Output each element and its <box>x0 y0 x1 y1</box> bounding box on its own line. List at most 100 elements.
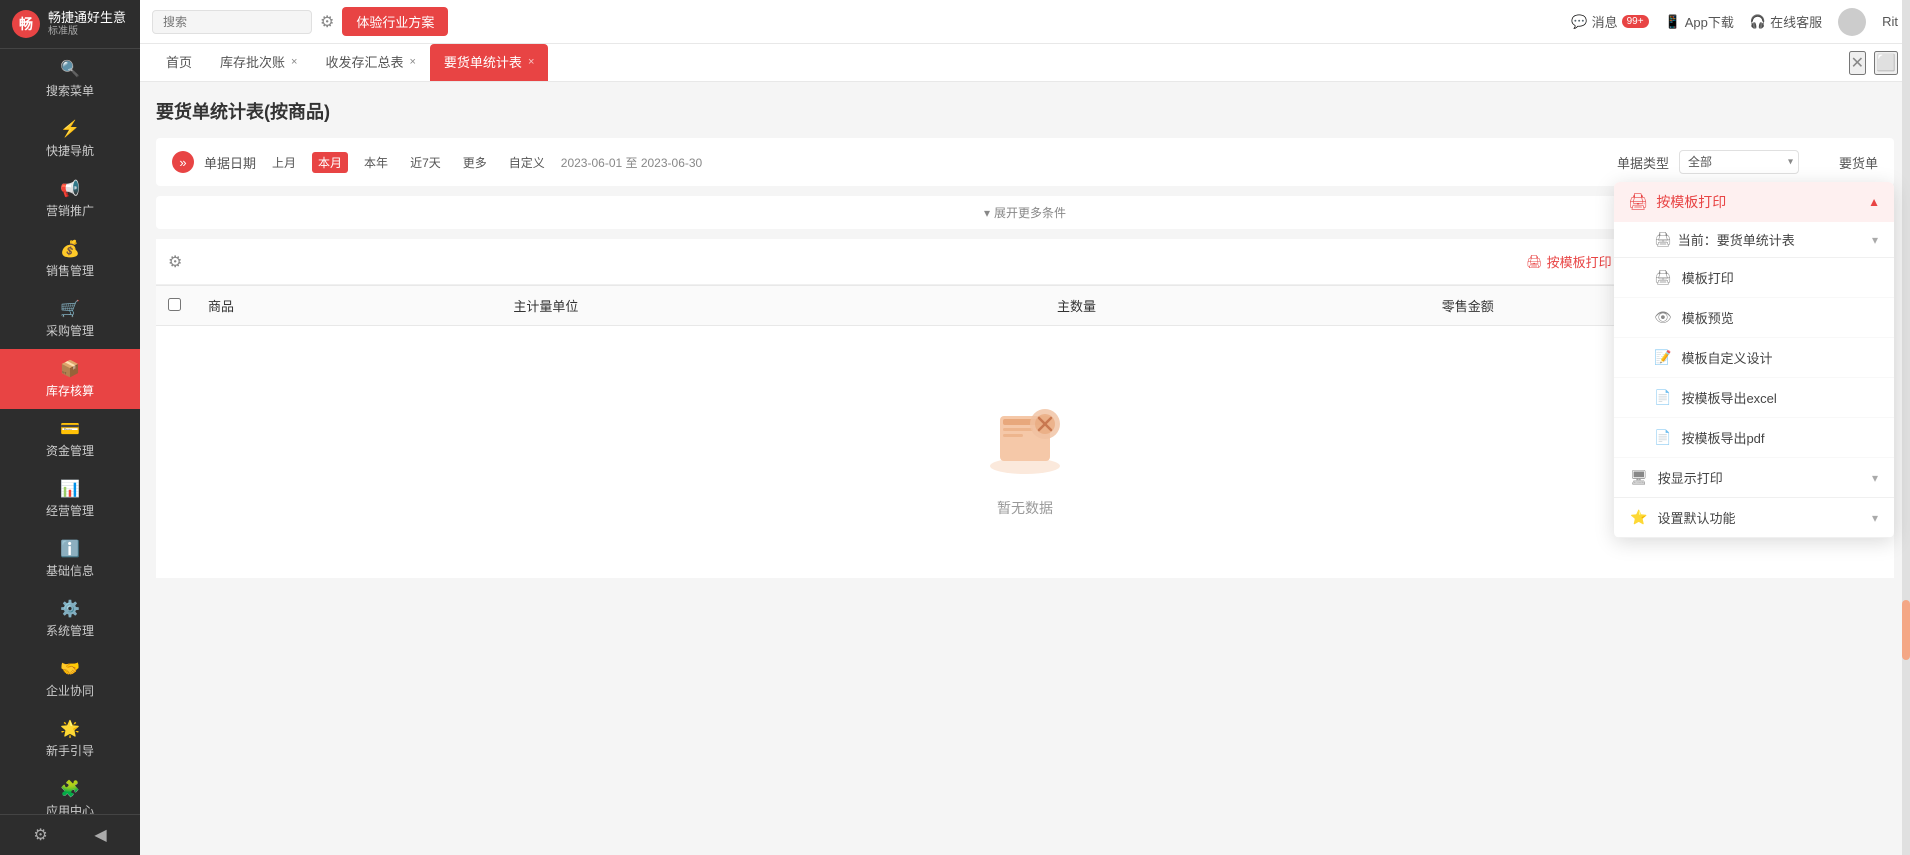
sidebar-item-label: 销售管理 <box>46 262 94 279</box>
col-quantity: 主数量 <box>1045 286 1430 326</box>
avatar[interactable] <box>1838 8 1866 36</box>
sidebar-item-label: 基础信息 <box>46 562 94 579</box>
tab-batch-account-close[interactable]: × <box>291 56 297 68</box>
search-icon: 🔍 <box>60 59 80 79</box>
expand-label: 展开更多条件 <box>994 204 1066 221</box>
sidebar-item-apps[interactable]: 🧩 应用中心 <box>0 769 140 814</box>
quick-nav-icon: ⚡ <box>60 119 80 139</box>
sidebar-item-inventory[interactable]: 📦 库存核算 <box>0 349 140 409</box>
dropdown-item-template-design[interactable]: 📝 模板自定义设计 <box>1614 338 1894 378</box>
topbar-actions: 💬 消息 99+ 📱 App下载 🎧 在线客服 Rit <box>1571 8 1898 36</box>
empty-illustration <box>975 386 1075 486</box>
sidebar-item-collab[interactable]: 🤝 企业协同 <box>0 649 140 709</box>
dropdown-item-label: 按模板导出excel <box>1681 388 1776 407</box>
sidebar-item-label: 营销推广 <box>46 202 94 219</box>
search-input[interactable] <box>152 10 312 34</box>
tab-order-summary-label: 要货单统计表 <box>444 52 522 71</box>
dropdown-header[interactable]: 🖨 按模板打印 ▲ <box>1614 182 1894 222</box>
dropdown-current-label: 当前：要货单统计表 <box>1678 230 1795 249</box>
tab-home[interactable]: 首页 <box>152 44 206 81</box>
table-settings-icon[interactable]: ⚙ <box>168 252 182 272</box>
sidebar-item-label: 应用中心 <box>46 802 94 814</box>
dropdown-item-label: 按模板导出pdf <box>1681 428 1764 447</box>
right-scrollbar[interactable] <box>1902 0 1910 855</box>
last-7-days-button[interactable]: 近7天 <box>404 152 447 173</box>
dropdown-section-label: 按显示打印 <box>1658 468 1723 487</box>
tab-receipt-summary-label: 收发存汇总表 <box>325 52 403 71</box>
trial-button[interactable]: 体验行业方案 <box>342 7 448 36</box>
sidebar-item-quick-nav[interactable]: ⚡ 快捷导航 <box>0 109 140 169</box>
dropdown-item-label: 模板打印 <box>1682 268 1734 287</box>
audio-bottom-icon[interactable]: ◀ <box>94 825 106 845</box>
empty-text: 暂无数据 <box>997 498 1053 518</box>
custom-date-button[interactable]: 自定义 <box>503 152 551 173</box>
filter-expand-icon[interactable]: » <box>172 151 194 173</box>
dropdown-item-export-pdf[interactable]: 📄 按模板导出pdf <box>1614 418 1894 458</box>
message-badge: 99+ <box>1622 15 1649 28</box>
tab-receipt-summary[interactable]: 收发存汇总表 × <box>311 44 429 81</box>
online-service-button[interactable]: 🎧 在线客服 <box>1750 12 1822 31</box>
dropdown-section-set-default[interactable]: ⭐ 设置默认功能 ▾ <box>1614 498 1894 538</box>
dropdown-section-display-print[interactable]: 🖥 按显示打印 ▾ <box>1614 458 1894 498</box>
inventory-icon: 📦 <box>60 359 80 379</box>
dropdown-collapse-icon: ▲ <box>1868 195 1880 209</box>
dropdown-item-template-print[interactable]: 🖨 模板打印 <box>1614 258 1894 298</box>
gear-icon[interactable]: ⚙ <box>320 12 334 32</box>
sidebar-item-system[interactable]: ⚙️ 系统管理 <box>0 589 140 649</box>
sidebar-item-label: 搜索菜单 <box>46 82 94 99</box>
tab-batch-account[interactable]: 库存批次账 × <box>206 44 311 81</box>
window-close-button[interactable]: ✕ <box>1849 51 1866 75</box>
sidebar-item-label: 采购管理 <box>46 322 94 339</box>
more-date-button[interactable]: 更多 <box>457 152 493 173</box>
template-print-icon: 🖨 <box>1654 269 1672 286</box>
type-select[interactable]: 全部 <box>1679 150 1799 174</box>
display-print-arrow-icon: ▾ <box>1872 471 1878 485</box>
sidebar-item-purchase[interactable]: 🛒 采购管理 <box>0 289 140 349</box>
dropdown-section-label: 设置默认功能 <box>1657 508 1735 527</box>
dropdown-item-export-excel[interactable]: 📄 按模板导出excel <box>1614 378 1894 418</box>
sidebar-item-label: 库存核算 <box>46 382 94 399</box>
type-select-wrapper: 全部 ▾ <box>1679 150 1799 174</box>
tab-order-summary-close[interactable]: × <box>528 56 534 68</box>
window-maximize-button[interactable]: ⬜ <box>1874 51 1898 75</box>
tab-order-summary[interactable]: 要货单统计表 × <box>430 44 548 81</box>
sidebar-item-basic[interactable]: ℹ️ 基础信息 <box>0 529 140 589</box>
purchase-icon: 🛒 <box>60 299 80 319</box>
sidebar-item-sales[interactable]: 💰 销售管理 <box>0 229 140 289</box>
order-type-label: 要货单 <box>1839 153 1878 172</box>
sidebar-item-label: 企业协同 <box>46 682 94 699</box>
tab-receipt-summary-close[interactable]: × <box>409 56 415 68</box>
template-preview-icon: 👁 <box>1654 309 1672 326</box>
basic-icon: ℹ️ <box>60 539 80 559</box>
current-badge-arrow-icon: ▾ <box>1872 233 1878 247</box>
settings-bottom-icon[interactable]: ⚙ <box>33 825 47 845</box>
sidebar-item-finance[interactable]: 💳 资金管理 <box>0 409 140 469</box>
sidebar-logo: 畅 畅捷通好生意 标准版 <box>0 0 140 49</box>
sidebar-item-operation[interactable]: 📊 经营管理 <box>0 469 140 529</box>
messages-button[interactable]: 💬 消息 99+ <box>1571 12 1648 31</box>
set-default-icon: ⭐ <box>1630 509 1647 526</box>
print-icon: 🖨 <box>1526 254 1543 270</box>
date-range-display: 2023-06-01 至 2023-06-30 <box>561 154 702 171</box>
dropdown-print-icon: 🖨 <box>1628 192 1648 212</box>
type-filter-label: 单据类型 <box>1617 153 1669 172</box>
collab-icon: 🤝 <box>60 659 80 679</box>
prev-month-button[interactable]: 上月 <box>266 152 302 173</box>
sidebar-item-guide[interactable]: 🌟 新手引导 <box>0 709 140 769</box>
dropdown-item-template-preview[interactable]: 👁 模板预览 <box>1614 298 1894 338</box>
current-month-button[interactable]: 本月 <box>312 152 348 173</box>
filter-bar: » 单据日期 上月 本月 本年 近7天 更多 自定义 2023-06-01 至 … <box>156 138 1894 186</box>
sidebar-item-marketing[interactable]: 📢 营销推广 <box>0 169 140 229</box>
current-year-button[interactable]: 本年 <box>358 152 394 173</box>
app-download-button[interactable]: 📱 App下载 <box>1665 12 1734 31</box>
sidebar-item-search[interactable]: 🔍 搜索菜单 <box>0 49 140 109</box>
headset-icon: 🎧 <box>1750 14 1766 30</box>
logo-icon: 畅 <box>12 10 40 38</box>
expand-icon: ▾ <box>984 206 990 220</box>
expand-more-button[interactable]: ▾ 展开更多条件 <box>984 204 1066 221</box>
print-label: 按模板打印 <box>1547 252 1612 271</box>
display-print-icon: 🖥 <box>1630 469 1648 486</box>
select-all-checkbox[interactable] <box>168 298 181 311</box>
dropdown-current-item[interactable]: 🖨 当前：要货单统计表 ▾ <box>1614 222 1894 258</box>
message-icon: 💬 <box>1571 14 1587 30</box>
